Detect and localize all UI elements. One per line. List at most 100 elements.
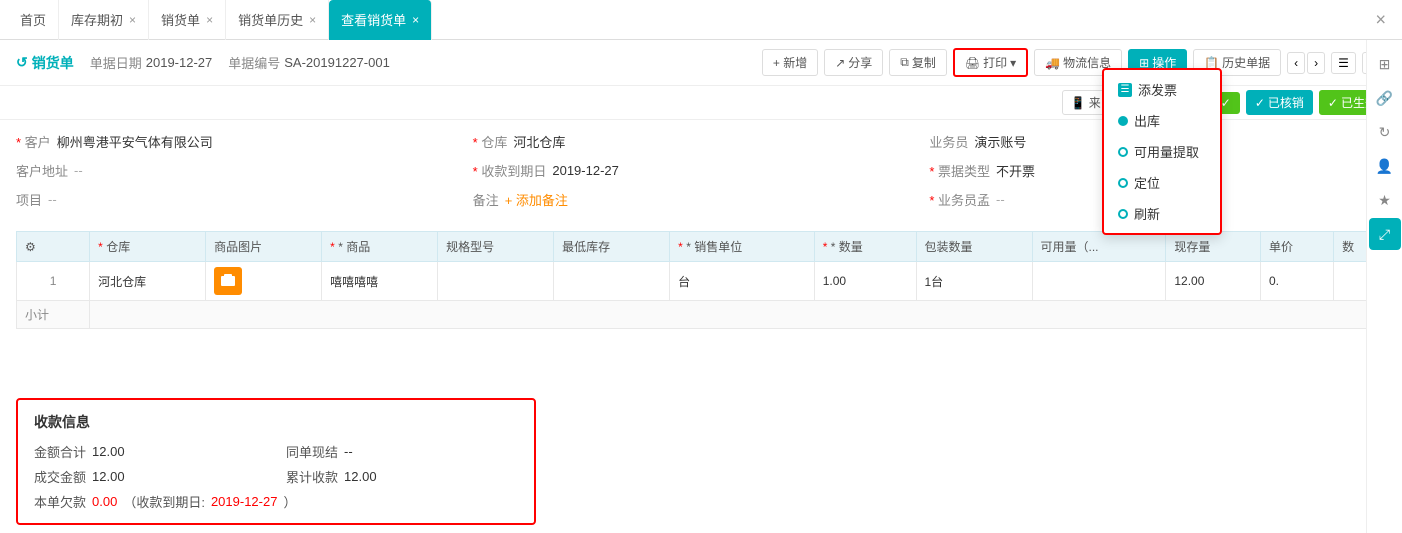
- locate-icon: [1118, 178, 1128, 188]
- col-settings: ⚙: [17, 232, 90, 262]
- col-product: * 商品: [322, 232, 438, 262]
- out-warehouse-icon: [1118, 116, 1128, 126]
- ticket-type-value: 不开票: [996, 161, 1035, 180]
- tab-bar: 首页 库存期初 × 销货单 × 销货单历史 × 查看销货单 × ×: [0, 0, 1402, 40]
- same-order-value: --: [344, 444, 353, 459]
- sidebar-link-icon[interactable]: 🔗: [1369, 82, 1401, 114]
- available-qty-item[interactable]: 可用量提取: [1104, 136, 1220, 167]
- row-warehouse: 河北仓库: [90, 262, 206, 301]
- refresh-label: 刷新: [1134, 204, 1160, 223]
- deal-amount-value: 12.00: [92, 469, 125, 484]
- cumulative-value: 12.00: [344, 469, 377, 484]
- logistics-icon: 🚚: [1045, 56, 1060, 70]
- row-price: 0.: [1260, 262, 1333, 301]
- col-available: 可用量（...: [1032, 232, 1166, 262]
- staff-value: 演示账号: [974, 132, 1026, 151]
- doc-type-label: 销货单: [32, 53, 74, 73]
- address-label: 客户地址: [16, 161, 68, 180]
- sidebar-user-icon[interactable]: 👤: [1369, 150, 1401, 182]
- locate-item[interactable]: 定位: [1104, 167, 1220, 198]
- customer-value: 柳州粤港平安气体有限公司: [57, 132, 213, 151]
- overdue-row: 本单欠款 0.00 （收款到期日: 2019-12-27 ）: [34, 492, 518, 511]
- product-image: [214, 267, 242, 295]
- col-warehouse: 仓库: [90, 232, 206, 262]
- available-qty-label: 可用量提取: [1134, 142, 1199, 161]
- total-value: 12.00: [92, 444, 125, 459]
- refresh-icon: [1118, 209, 1128, 219]
- new-button[interactable]: + 新增: [762, 49, 818, 76]
- tab-sales-label: 销货单: [161, 10, 200, 29]
- same-order-label: 同单现结: [286, 442, 338, 461]
- prev-button[interactable]: ‹: [1287, 52, 1305, 74]
- available-qty-icon: [1118, 147, 1128, 157]
- window-close-button[interactable]: ×: [1375, 9, 1386, 30]
- warehouse-field: 仓库 河北仓库: [473, 132, 930, 151]
- next-button[interactable]: ›: [1307, 52, 1325, 74]
- col-unit: * 销售单位: [670, 232, 815, 262]
- staff-label: 业务员: [929, 132, 968, 151]
- row-available: [1032, 262, 1166, 301]
- share-button[interactable]: ↗ 分享: [824, 49, 883, 76]
- col-pack-qty: 包装数量: [916, 232, 1032, 262]
- cumulative-row: 累计收款 12.00: [286, 467, 518, 486]
- out-warehouse-label: 出库: [1134, 111, 1160, 130]
- doc-number-label: 单据编号: [228, 53, 280, 72]
- subtotal-label: 小计: [17, 301, 90, 329]
- salesperson-label: 业务员孟: [929, 190, 990, 209]
- product-table: ⚙ 仓库 商品图片 * 商品 规格型号 最低库存 * 销售单位 * 数量 包装数…: [16, 231, 1386, 329]
- table-header-row: ⚙ 仓库 商品图片 * 商品 规格型号 最低库存 * 销售单位 * 数量 包装数…: [17, 232, 1386, 262]
- add-invoice-item[interactable]: ☰ 添发票: [1104, 74, 1220, 105]
- cumulative-label: 累计收款: [286, 467, 338, 486]
- tab-inventory-init[interactable]: 库存期初 ×: [59, 0, 149, 40]
- overdue-note: （收款到期日:: [123, 492, 205, 511]
- sidebar-refresh-icon[interactable]: ↻: [1369, 116, 1401, 148]
- sidebar-expand-icon[interactable]: ⤢: [1369, 218, 1401, 250]
- tab-sales-order[interactable]: 销货单 ×: [149, 0, 226, 40]
- copy-icon: ⧉: [900, 55, 909, 70]
- product-img-icon: [218, 271, 238, 291]
- customer-label: 客户: [16, 132, 51, 151]
- print-button[interactable]: 🖨 打印 ▾: [953, 48, 1028, 77]
- address-value: --: [74, 163, 83, 178]
- doc-type-icon: ↺: [16, 54, 28, 71]
- payment-title: 收款信息: [34, 412, 518, 432]
- tab-view-sales[interactable]: 查看销货单 ×: [329, 0, 432, 40]
- sidebar-table-icon[interactable]: ⊞: [1369, 48, 1401, 80]
- tab-inventory-close[interactable]: ×: [129, 13, 136, 27]
- subtotal-values: [90, 301, 1386, 329]
- tab-view-sales-close[interactable]: ×: [412, 13, 419, 27]
- doc-type-tag: ↺ 销货单: [16, 53, 74, 73]
- tab-view-sales-label: 查看销货单: [341, 10, 406, 29]
- project-field: 项目 --: [16, 190, 473, 209]
- list-view-button[interactable]: ☰: [1331, 52, 1356, 74]
- doc-number-field: 单据编号 SA-20191227-001: [228, 53, 390, 72]
- row-stock: 12.00: [1166, 262, 1261, 301]
- row-spec: [438, 262, 554, 301]
- share-icon: ↗: [835, 56, 845, 70]
- table-row: 1 河北仓库 嘻嘻嘻嘻 台 1.00: [17, 262, 1386, 301]
- effective-icon: ✓: [1328, 96, 1338, 110]
- copy-button[interactable]: ⧉ 复制: [889, 49, 947, 76]
- sidebar-star-icon[interactable]: ★: [1369, 184, 1401, 216]
- payment-section: 收款信息 金额合计 12.00 同单现结 -- 成交金额 12.00 累计收款 …: [16, 398, 536, 525]
- sold-icon: ✓: [1255, 96, 1265, 110]
- row-num: 1: [17, 262, 90, 301]
- doc-number-value: SA-20191227-001: [284, 55, 390, 70]
- tab-sales-close[interactable]: ×: [206, 13, 213, 27]
- payment-date-value: 2019-12-27: [552, 163, 619, 178]
- total-label: 金额合计: [34, 442, 86, 461]
- row-qty: 1.00: [814, 262, 916, 301]
- refresh-item[interactable]: 刷新: [1104, 198, 1220, 229]
- add-note-button[interactable]: 添加备注: [505, 190, 568, 209]
- tab-history-label: 销货单历史: [238, 10, 303, 29]
- sold-button[interactable]: ✓ 已核销: [1246, 90, 1313, 115]
- project-label: 项目: [16, 190, 42, 209]
- note-field: 备注 添加备注: [473, 190, 930, 209]
- out-warehouse-item[interactable]: 出库: [1104, 105, 1220, 136]
- deal-amount-label: 成交金额: [34, 467, 86, 486]
- tab-sales-history[interactable]: 销货单历史 ×: [226, 0, 329, 40]
- ticket-type-label: 票据类型: [929, 161, 990, 180]
- tab-history-close[interactable]: ×: [309, 13, 316, 27]
- tab-home[interactable]: 首页: [8, 0, 59, 40]
- row-product-img: [206, 262, 322, 301]
